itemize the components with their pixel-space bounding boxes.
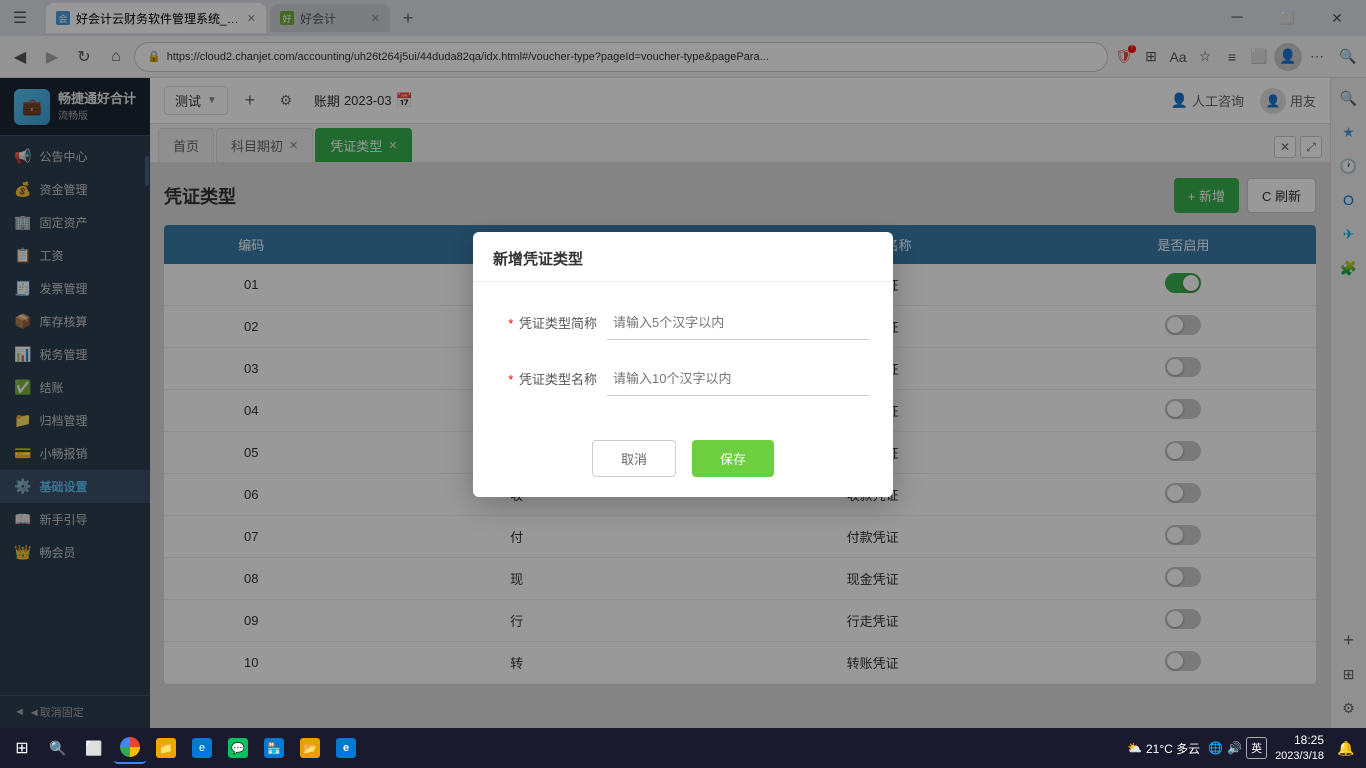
taskbar-app-explorer[interactable]: 📁 xyxy=(150,732,182,764)
cancel-button[interactable]: 取消 xyxy=(592,440,676,477)
taskbar-app-edge[interactable]: e xyxy=(186,732,218,764)
taskbar-app-chrome[interactable] xyxy=(114,732,146,764)
taskbar-right: ⛅ 21°C 多云 🌐 🔊 英 18:25 2023/3/18 🔔 xyxy=(1127,732,1360,764)
taskbar-taskview-btn[interactable]: ⬜ xyxy=(78,732,110,764)
clock[interactable]: 18:25 2023/3/18 xyxy=(1275,732,1324,764)
modal-overlay: 新增凭证类型 * 凭证类型简称 * 凭证类型名称 取消 保存 xyxy=(0,0,1366,728)
abbr-input[interactable] xyxy=(607,306,869,340)
weather-icon: ⛅ xyxy=(1127,741,1142,755)
system-tray: 🌐 🔊 英 xyxy=(1208,737,1267,759)
form-row-abbr: * 凭证类型简称 xyxy=(497,306,869,340)
name-input[interactable] xyxy=(607,362,869,396)
form-row-name: * 凭证类型名称 xyxy=(497,362,869,396)
store-icon: 🏪 xyxy=(264,738,284,758)
start-btn[interactable]: ⊞ xyxy=(6,732,38,764)
network-icon[interactable]: 🌐 xyxy=(1208,741,1223,755)
taskbar-search-btn[interactable]: 🔍 xyxy=(42,732,74,764)
name-label-text: 凭证类型名称 xyxy=(519,372,597,387)
files-icon: 📂 xyxy=(300,738,320,758)
date-display: 2023/3/18 xyxy=(1275,749,1324,764)
abbr-label: * 凭证类型简称 xyxy=(497,313,597,332)
taskbar-app-wechat[interactable]: 💬 xyxy=(222,732,254,764)
volume-icon[interactable]: 🔊 xyxy=(1227,741,1242,755)
taskbar: ⊞ 🔍 ⬜ 📁 e 💬 🏪 📂 e ⛅ 21°C 多云 🌐 🔊 英 18:25 … xyxy=(0,728,1366,768)
save-button[interactable]: 保存 xyxy=(692,440,774,477)
modal-header: 新增凭证类型 xyxy=(473,232,893,282)
lang-indicator[interactable]: 英 xyxy=(1246,737,1267,759)
name-required-star: * xyxy=(508,372,513,387)
abbr-label-text: 凭证类型简称 xyxy=(519,316,597,331)
name-label: * 凭证类型名称 xyxy=(497,369,597,388)
modal-body: * 凭证类型简称 * 凭证类型名称 xyxy=(473,282,893,428)
taskbar-app-store[interactable]: 🏪 xyxy=(258,732,290,764)
modal-footer: 取消 保存 xyxy=(473,428,893,497)
wechat-icon: 💬 xyxy=(228,738,248,758)
explorer-icon: 📁 xyxy=(156,738,176,758)
notification-btn[interactable]: 🔔 xyxy=(1332,734,1360,762)
chrome-icon xyxy=(120,737,140,757)
weather-text: 21°C 多云 xyxy=(1146,740,1200,757)
edge-icon: e xyxy=(192,738,212,758)
taskbar-app-files[interactable]: 📂 xyxy=(294,732,326,764)
taskbar-app-edge2[interactable]: e xyxy=(330,732,362,764)
time-display: 18:25 xyxy=(1275,732,1324,749)
weather-widget[interactable]: ⛅ 21°C 多云 xyxy=(1127,740,1200,757)
modal: 新增凭证类型 * 凭证类型简称 * 凭证类型名称 取消 保存 xyxy=(473,232,893,497)
abbr-required-star: * xyxy=(508,316,513,331)
modal-title: 新增凭证类型 xyxy=(493,251,583,268)
edge2-icon: e xyxy=(336,738,356,758)
